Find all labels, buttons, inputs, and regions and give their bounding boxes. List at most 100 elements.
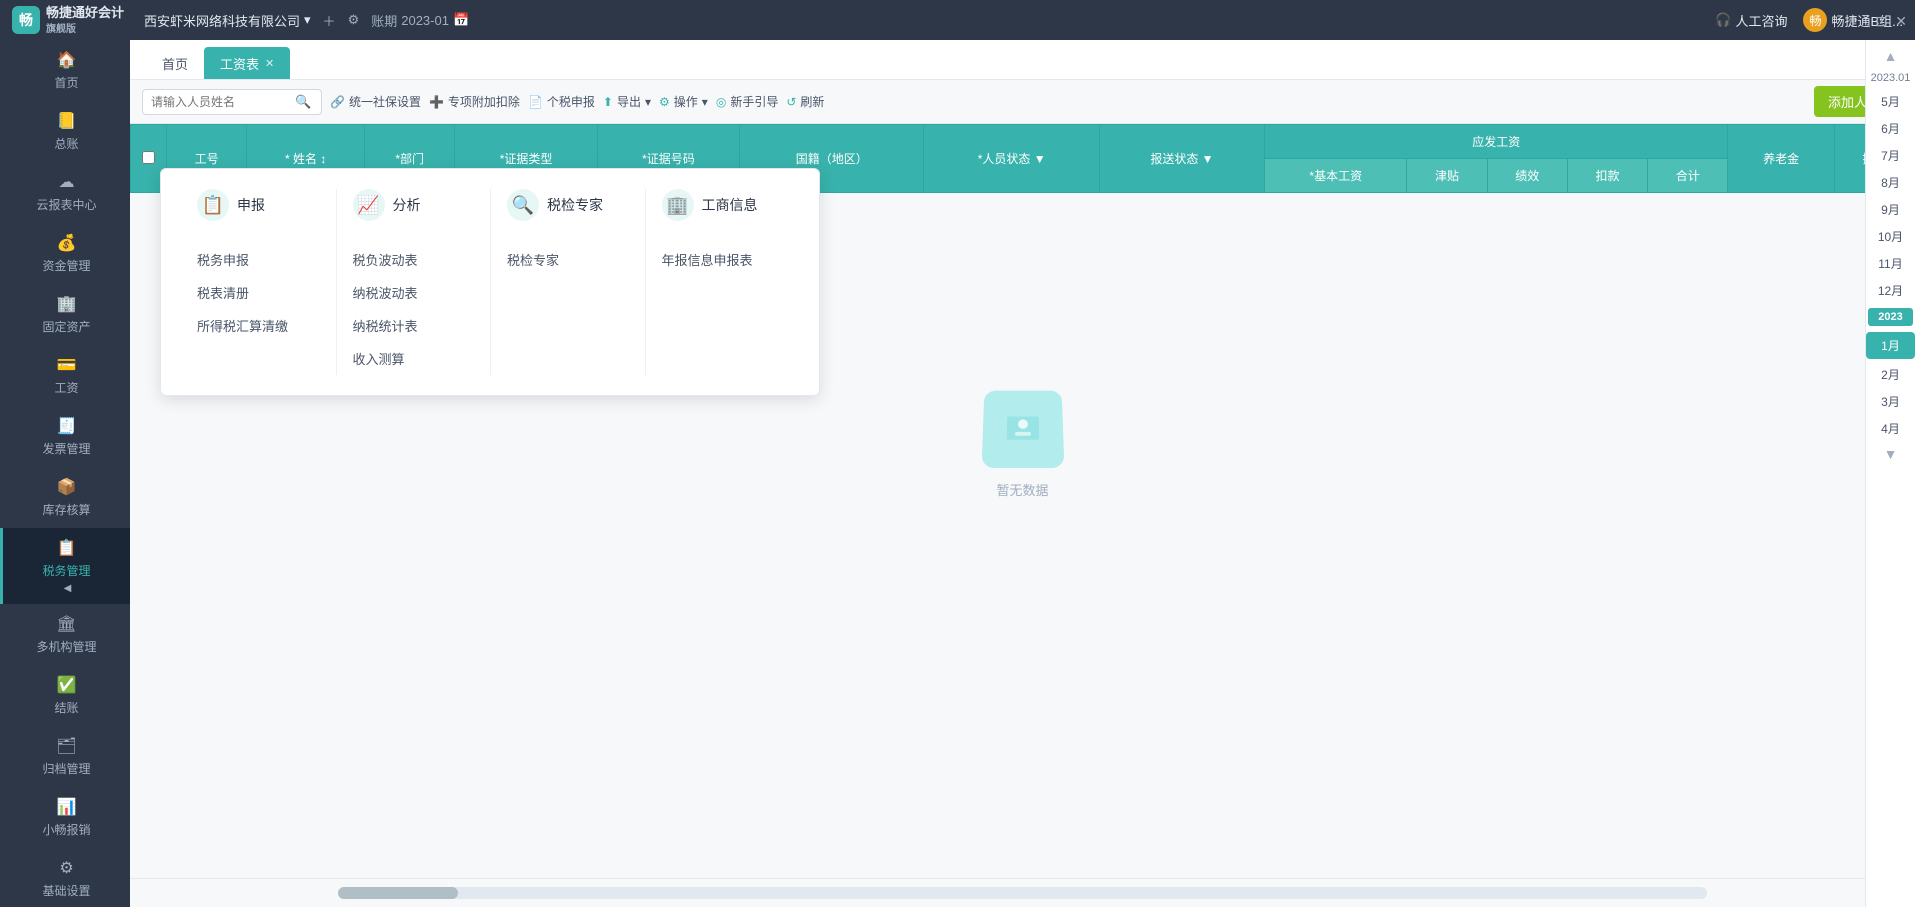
year-nav-month-6[interactable]: 6月 xyxy=(1866,115,1915,142)
tab-salary-label: 工资表 xyxy=(220,54,259,73)
company-selector[interactable]: 西安虾米网络科技有限公司 ▾ xyxy=(144,11,311,30)
sidebar-item-archive[interactable]: 🗂 归档管理 xyxy=(0,726,130,787)
social-action[interactable]: 🔗 统一社保设置 xyxy=(330,93,421,110)
export-label: 导出 xyxy=(617,93,641,110)
sidebar: 🏠 首页 📒 总账 ☁ 云报表中心 💰 资金管理 🏢 固定资产 💳 工资 🧾 发… xyxy=(0,40,130,907)
menu-item-annual-report[interactable]: 年报信息申报表 xyxy=(662,243,784,276)
sidebar-item-settle[interactable]: ✅ 结账 xyxy=(0,665,130,726)
search-icon: 🔍 xyxy=(295,94,311,110)
sidebar-label-mini: 小畅报销 xyxy=(42,821,90,838)
period-label: 账期 xyxy=(371,11,397,30)
gear-icon: ⚙ xyxy=(59,858,73,878)
support-label: 人工咨询 xyxy=(1735,11,1787,30)
menu-item-tax-fluctuation[interactable]: 纳税波动表 xyxy=(353,276,475,309)
search-input[interactable] xyxy=(151,95,291,109)
section-header-business: 🏢 工商信息 xyxy=(662,189,784,229)
section-title-business: 工商信息 xyxy=(702,195,758,215)
content-area: 首页 工资表 ✕ 🔍 🔗 统一社保设置 ➕ 专项附加扣除 📄 xyxy=(130,40,1915,907)
chevron-down-icon[interactable]: ▾ xyxy=(304,12,311,28)
menu-item-tax-calc[interactable]: 所得税汇算清缴 xyxy=(197,309,320,342)
operate-action[interactable]: ⚙ 操作 ▾ xyxy=(659,93,708,110)
sidebar-item-funds[interactable]: 💰 资金管理 xyxy=(0,223,130,284)
sidebar-label-assets: 固定资产 xyxy=(42,318,90,335)
multi-icon: 🏛 xyxy=(56,614,76,634)
top-header: 畅 畅捷通好会计 旗舰版 西安虾米网络科技有限公司 ▾ ＋ ⚙ 账期 2023-… xyxy=(0,0,1915,40)
sidebar-item-salary[interactable]: 💳 工资 xyxy=(0,345,130,406)
window-controls: ⊡ ✕ xyxy=(1876,0,1907,40)
social-icon: 🔗 xyxy=(330,95,345,109)
sidebar-label-multi: 多机构管理 xyxy=(36,638,96,655)
social-label: 统一社保设置 xyxy=(349,93,421,110)
section-title-expert: 税检专家 xyxy=(547,195,603,215)
sidebar-label-settings: 基础设置 xyxy=(42,882,90,899)
section-title-analysis: 分析 xyxy=(393,195,421,215)
menu-item-tax-declare[interactable]: 税务申报 xyxy=(197,243,320,276)
sidebar-label-home: 首页 xyxy=(54,74,78,91)
menu-item-tax-form[interactable]: 税表清册 xyxy=(197,276,320,309)
refresh-icon: ↺ xyxy=(786,95,796,109)
year-nav-month-5[interactable]: 5月 xyxy=(1866,88,1915,115)
operate-chevron-icon: ▾ xyxy=(702,95,708,109)
period-value: 2023-01 xyxy=(401,13,449,28)
section-header-declaration: 📋 申报 xyxy=(197,189,320,229)
support-button[interactable]: 🎧 人工咨询 xyxy=(1715,11,1787,30)
sidebar-item-home[interactable]: 🏠 首页 xyxy=(0,40,130,101)
menu-item-income-estimate[interactable]: 收入测算 xyxy=(353,342,475,375)
scrollbar[interactable] xyxy=(338,887,1707,899)
sidebar-item-invoice[interactable]: 🧾 发票管理 xyxy=(0,406,130,467)
sidebar-item-ledger[interactable]: 📒 总账 xyxy=(0,101,130,162)
year-nav-period: 2023.01 xyxy=(1871,68,1911,88)
section-title-declaration: 申报 xyxy=(237,195,265,215)
headphone-icon: 🎧 xyxy=(1715,12,1731,28)
app-name: 畅捷通好会计 xyxy=(46,5,124,21)
expert-icon: 🔍 xyxy=(507,189,539,221)
sidebar-label-ledger: 总账 xyxy=(54,135,78,152)
table-wrapper: 工号 * 姓名 ↕ *部门 *证据类型 *证据号码 国籍（地区） *人员状态 ▼… xyxy=(130,124,1915,878)
close-button[interactable]: ✕ xyxy=(1895,13,1907,30)
year-nav-month-7[interactable]: 7月 xyxy=(1866,142,1915,169)
sidebar-label-tax: 税务管理 xyxy=(42,562,90,579)
special-action[interactable]: ➕ 专项附加扣除 xyxy=(429,93,520,110)
sidebar-item-multi[interactable]: 🏛 多机构管理 xyxy=(0,604,130,665)
sidebar-item-stock[interactable]: 📦 库存核算 xyxy=(0,467,130,528)
sidebar-collapse-icon: ◀ xyxy=(64,583,72,594)
period-info: 账期 2023-01 📅 xyxy=(371,11,469,30)
refresh-action[interactable]: ↺ 刷新 xyxy=(786,93,824,110)
sidebar-item-tax[interactable]: 📋 税务管理 ◀ xyxy=(0,528,130,604)
tab-home[interactable]: 首页 xyxy=(146,47,204,79)
guide-action[interactable]: ◎ 新手引导 xyxy=(716,93,779,110)
sidebar-item-cloud[interactable]: ☁ 云报表中心 xyxy=(0,162,130,223)
funds-icon: 💰 xyxy=(57,233,77,253)
operate-label: 操作 xyxy=(674,93,698,110)
menu-item-tax-burden[interactable]: 税负波动表 xyxy=(353,243,475,276)
select-all-checkbox[interactable] xyxy=(142,151,155,164)
tab-close-icon[interactable]: ✕ xyxy=(265,57,274,70)
special-label: 专项附加扣除 xyxy=(448,93,520,110)
menu-section-expert: 🔍 税检专家 税检专家 xyxy=(490,189,645,375)
tax-report-action[interactable]: 📄 个税申报 xyxy=(528,93,595,110)
restore-button[interactable]: ⊡ xyxy=(1876,13,1888,30)
year-nav-up-arrow[interactable]: ▲ xyxy=(1880,44,1902,68)
sidebar-item-mini[interactable]: 📊 小畅报销 xyxy=(0,787,130,848)
settings-icon[interactable]: ⚙ xyxy=(348,12,360,28)
menu-item-expert[interactable]: 税检专家 xyxy=(507,243,629,276)
section-header-analysis: 📈 分析 xyxy=(353,189,475,229)
business-icon: 🏢 xyxy=(662,189,694,221)
salary-icon: 💳 xyxy=(57,355,77,375)
add-company-icon[interactable]: ＋ xyxy=(323,11,336,30)
scrollbar-thumb[interactable] xyxy=(338,887,458,899)
sidebar-label-cloud: 云报表中心 xyxy=(36,196,96,213)
export-action[interactable]: ⬆ 导出 ▾ xyxy=(603,93,651,110)
sidebar-label-funds: 资金管理 xyxy=(42,257,90,274)
app-logo: 畅 畅捷通好会计 旗舰版 xyxy=(12,5,132,36)
sidebar-item-settings[interactable]: ⚙ 基础设置 xyxy=(0,848,130,907)
operate-icon: ⚙ xyxy=(659,95,670,109)
tab-salary[interactable]: 工资表 ✕ xyxy=(204,47,290,79)
tax-report-label: 个税申报 xyxy=(547,93,595,110)
invoice-icon: 🧾 xyxy=(57,416,77,436)
sidebar-item-assets[interactable]: 🏢 固定资产 xyxy=(0,284,130,345)
calendar-icon[interactable]: 📅 xyxy=(453,12,469,28)
guide-action-label: 新手引导 xyxy=(730,93,778,110)
search-wrapper: 🔍 xyxy=(142,89,322,115)
menu-item-tax-stats[interactable]: 纳税统计表 xyxy=(353,309,475,342)
